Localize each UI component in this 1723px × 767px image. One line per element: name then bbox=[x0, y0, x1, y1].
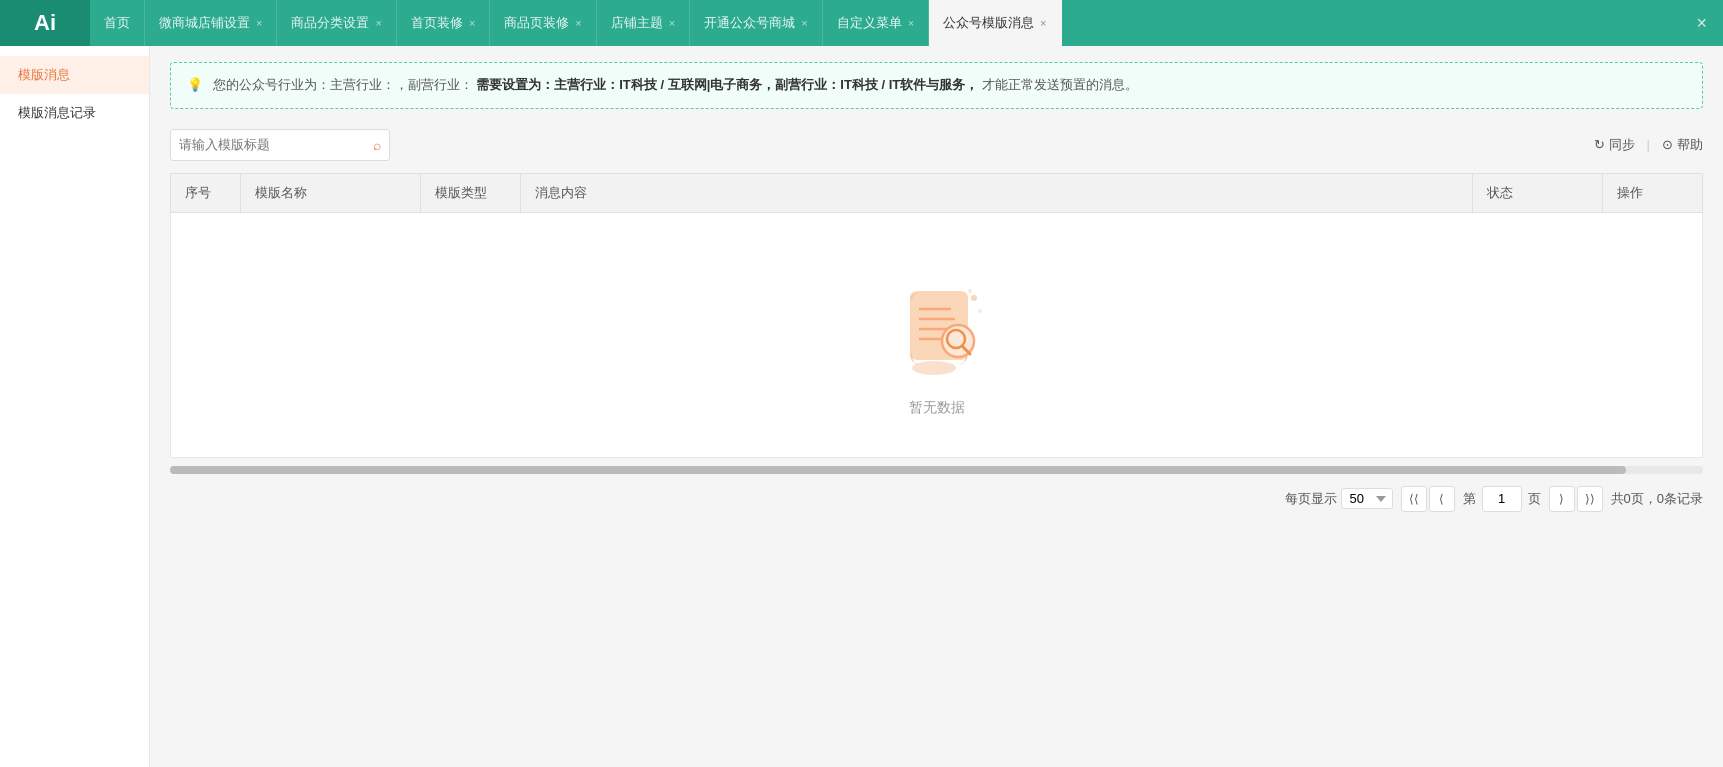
close-icon[interactable]: × bbox=[375, 17, 381, 29]
tab-shop-theme[interactable]: 店铺主题 × bbox=[597, 0, 690, 46]
tab-home[interactable]: 首页 bbox=[90, 0, 145, 46]
pagination-bar: 每页显示 10 20 50 100 ⟨⟨ ⟨ 第 页 ⟩ ⟩⟩ bbox=[170, 486, 1703, 512]
empty-icon bbox=[882, 273, 992, 383]
divider: | bbox=[1647, 137, 1650, 152]
empty-text: 暂无数据 bbox=[171, 399, 1702, 417]
scroll-thumb[interactable] bbox=[170, 466, 1626, 474]
next-page-button[interactable]: ⟩ bbox=[1549, 486, 1575, 512]
sidebar-item-template-message[interactable]: 模版消息 bbox=[0, 56, 149, 94]
total-info: 共0页，0条记录 bbox=[1611, 490, 1703, 508]
search-input[interactable] bbox=[179, 137, 373, 152]
svg-point-9 bbox=[978, 309, 982, 313]
logo: Ai bbox=[0, 0, 90, 46]
page-nav-next: ⟩ ⟩⟩ bbox=[1549, 486, 1603, 512]
page-size-label: 每页显示 bbox=[1285, 490, 1337, 508]
help-button[interactable]: ⊙ 帮助 bbox=[1662, 136, 1703, 154]
main-layout: 模版消息 模版消息记录 💡 您的公众号行业为：主营行业：，副营行业： 需要设置为… bbox=[0, 46, 1723, 767]
nav-tabs: 首页 微商城店铺设置 × 商品分类设置 × 首页装修 × 商品页装修 × 店铺主… bbox=[90, 0, 1680, 46]
col-index: 序号 bbox=[171, 173, 241, 212]
notice-highlight: 需要设置为：主营行业：IT科技 / 互联网|电子商务，副营行业：IT科技 / I… bbox=[476, 77, 978, 92]
data-table: 序号 模版名称 模版类型 消息内容 状态 操作 bbox=[170, 173, 1703, 458]
col-content: 消息内容 bbox=[521, 173, 1473, 212]
help-icon: ⊙ bbox=[1662, 137, 1673, 152]
close-icon[interactable]: × bbox=[469, 17, 475, 29]
col-status: 状态 bbox=[1473, 173, 1603, 212]
tab-homepage-decor[interactable]: 首页装修 × bbox=[397, 0, 490, 46]
notice-suffix: 才能正常发送预置的消息。 bbox=[982, 77, 1138, 92]
sync-icon: ↻ bbox=[1594, 137, 1605, 152]
page-suffix-label: 页 bbox=[1528, 490, 1541, 508]
prev-page-button[interactable]: ⟨ bbox=[1429, 486, 1455, 512]
svg-point-0 bbox=[912, 361, 956, 375]
page-input-wrap: 第 页 bbox=[1463, 486, 1541, 512]
notice-prefix: 您的公众号行业为：主营行业：，副营行业： bbox=[213, 77, 473, 92]
tab-shop-settings[interactable]: 微商城店铺设置 × bbox=[145, 0, 277, 46]
svg-point-10 bbox=[968, 289, 972, 293]
search-input-wrap[interactable]: ⌕ bbox=[170, 129, 390, 161]
search-icon[interactable]: ⌕ bbox=[373, 137, 381, 153]
tab-category-settings[interactable]: 商品分类设置 × bbox=[277, 0, 396, 46]
page-size-dropdown[interactable]: 10 20 50 100 bbox=[1341, 488, 1393, 509]
toolbar-right: ↻ 同步 | ⊙ 帮助 bbox=[1594, 136, 1703, 154]
search-bar: ⌕ ↻ 同步 | ⊙ 帮助 bbox=[170, 129, 1703, 161]
page-prefix-label: 第 bbox=[1463, 490, 1476, 508]
global-close-button[interactable]: × bbox=[1680, 0, 1723, 46]
close-icon[interactable]: × bbox=[256, 17, 262, 29]
page-size-select: 每页显示 10 20 50 100 bbox=[1285, 488, 1393, 509]
last-page-button[interactable]: ⟩⟩ bbox=[1577, 486, 1603, 512]
close-icon[interactable]: × bbox=[669, 17, 675, 29]
sidebar-item-template-record[interactable]: 模版消息记录 bbox=[0, 94, 149, 132]
empty-state: 暂无数据 bbox=[171, 213, 1702, 457]
notice-icon: 💡 bbox=[187, 77, 203, 92]
tab-open-mall[interactable]: 开通公众号商城 × bbox=[690, 0, 822, 46]
close-icon[interactable]: × bbox=[801, 17, 807, 29]
first-page-button[interactable]: ⟨⟨ bbox=[1401, 486, 1427, 512]
close-icon[interactable]: × bbox=[908, 17, 914, 29]
top-nav: Ai 首页 微商城店铺设置 × 商品分类设置 × 首页装修 × 商品页装修 × … bbox=[0, 0, 1723, 46]
col-name: 模版名称 bbox=[241, 173, 421, 212]
col-type: 模版类型 bbox=[421, 173, 521, 212]
content-area: 💡 您的公众号行业为：主营行业：，副营行业： 需要设置为：主营行业：IT科技 /… bbox=[150, 46, 1723, 767]
close-icon[interactable]: × bbox=[1040, 17, 1046, 29]
notice-box: 💡 您的公众号行业为：主营行业：，副营行业： 需要设置为：主营行业：IT科技 /… bbox=[170, 62, 1703, 109]
page-nav: ⟨⟨ ⟨ bbox=[1401, 486, 1455, 512]
horizontal-scrollbar[interactable] bbox=[170, 466, 1703, 474]
tab-product-decor[interactable]: 商品页装修 × bbox=[490, 0, 596, 46]
tab-template-msg[interactable]: 公众号模版消息 × bbox=[929, 0, 1061, 46]
col-actions: 操作 bbox=[1603, 173, 1703, 212]
sync-button[interactable]: ↻ 同步 bbox=[1594, 136, 1635, 154]
svg-point-8 bbox=[971, 295, 977, 301]
page-number-input[interactable] bbox=[1482, 486, 1522, 512]
close-icon[interactable]: × bbox=[575, 17, 581, 29]
tab-custom-menu[interactable]: 自定义菜单 × bbox=[823, 0, 929, 46]
sidebar: 模版消息 模版消息记录 bbox=[0, 46, 150, 767]
